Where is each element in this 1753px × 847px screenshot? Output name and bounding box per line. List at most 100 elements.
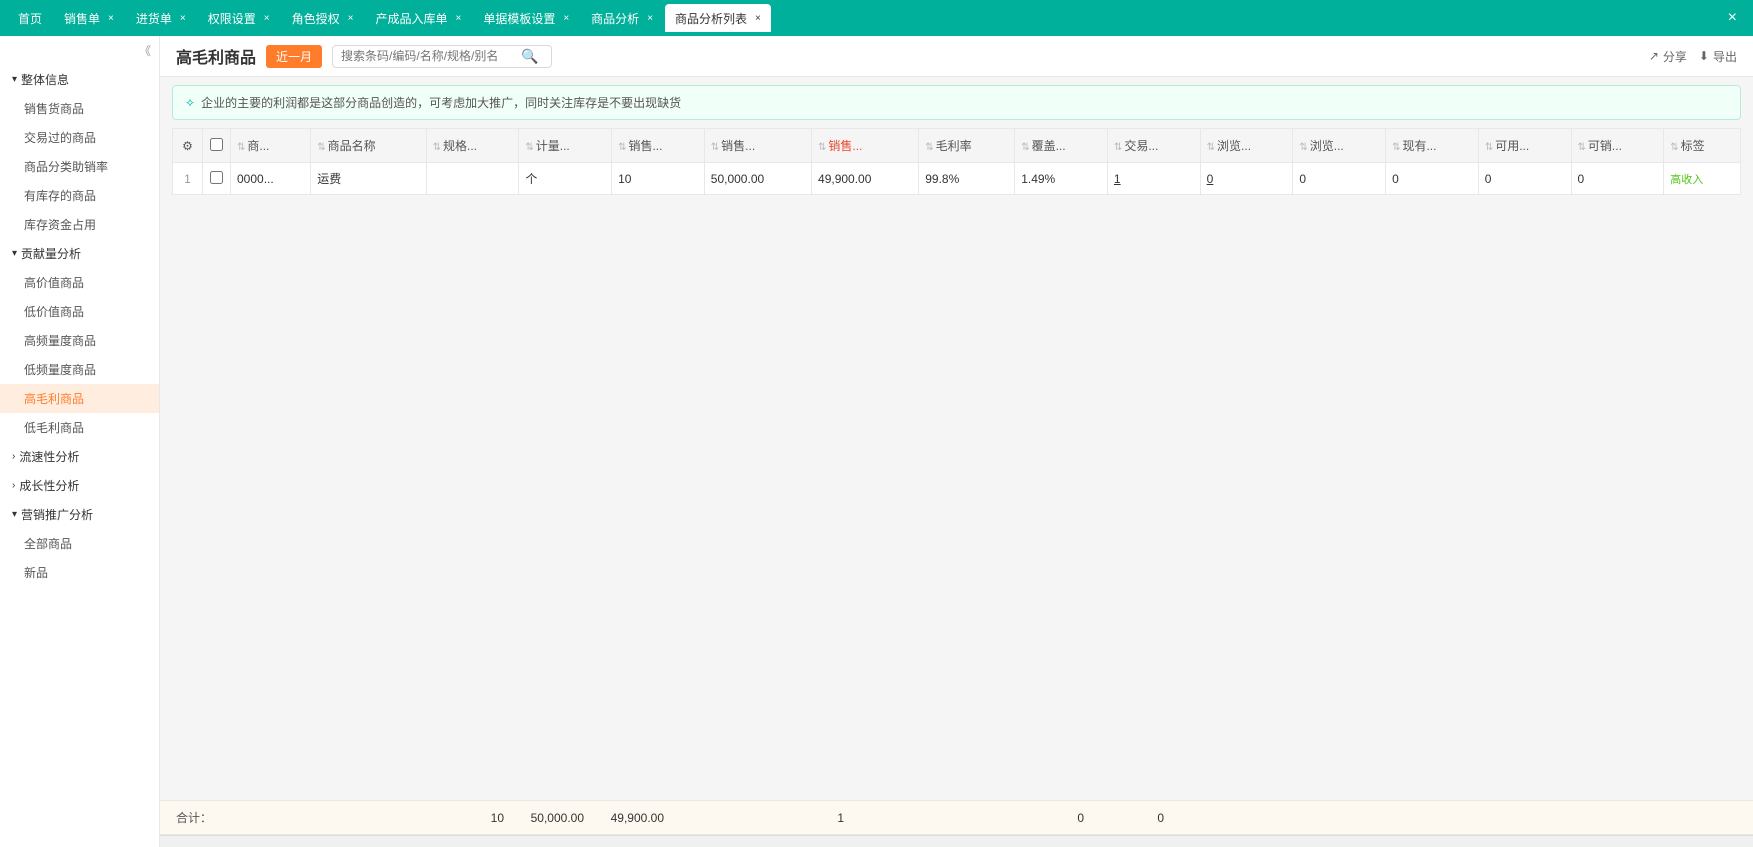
col-spec[interactable]: ⇅规格... bbox=[426, 129, 519, 163]
row-browse1: 0 bbox=[1200, 163, 1293, 195]
arrow-right-icon: › bbox=[12, 451, 15, 462]
sidebar-item-high-margin[interactable]: 高毛利商品 bbox=[0, 384, 159, 413]
col-available[interactable]: ⇅可用... bbox=[1478, 129, 1571, 163]
col-browse1[interactable]: ⇅浏览... bbox=[1200, 129, 1293, 163]
col-coverage[interactable]: ⇅覆盖... bbox=[1015, 129, 1108, 163]
row-checkbox[interactable] bbox=[203, 163, 231, 195]
col-browse2[interactable]: ⇅浏览... bbox=[1293, 129, 1386, 163]
content-area: 高毛利商品 近一月 🔍 ↗ 分享 ⬇ 导出 ✧ 企业的主要的利润都是这部分商品创… bbox=[160, 36, 1753, 847]
col-unit[interactable]: ⇅计量... bbox=[519, 129, 612, 163]
tab-role[interactable]: 角色授权 × bbox=[282, 4, 364, 32]
tag-high-income: 高收入 bbox=[1670, 174, 1703, 186]
table-container: ⚙ ⇅商... ⇅商品名称 ⇅规格... ⇅计量... ⇅销售... ⇅销售..… bbox=[160, 128, 1753, 800]
horizontal-scrollbar[interactable] bbox=[160, 835, 1753, 847]
tab-purchase[interactable]: 进货单 × bbox=[126, 4, 196, 32]
table-footer: 合计： 10 50,000.00 49,900.00 1 0 0 bbox=[160, 800, 1753, 835]
sidebar-item-goods-analysis[interactable]: 商品分类助销率 bbox=[0, 152, 159, 181]
col-settings[interactable]: ⚙ bbox=[173, 129, 203, 163]
col-checkbox[interactable] bbox=[203, 129, 231, 163]
sidebar-item-traded-goods[interactable]: 交易过的商品 bbox=[0, 123, 159, 152]
sort-icon-12: ⇅ bbox=[1299, 142, 1307, 153]
search-icon[interactable]: 🔍 bbox=[521, 48, 538, 65]
row-browse2: 0 bbox=[1293, 163, 1386, 195]
col-sales-cost[interactable]: ⇅销售... bbox=[812, 129, 919, 163]
row-available: 0 bbox=[1478, 163, 1571, 195]
search-input[interactable] bbox=[341, 49, 521, 63]
sort-icon-16: ⇅ bbox=[1670, 142, 1678, 153]
trade-count-link[interactable]: 1 bbox=[1114, 172, 1121, 186]
col-current-stock[interactable]: ⇅现有... bbox=[1386, 129, 1479, 163]
col-sales-amount[interactable]: ⇅销售... bbox=[704, 129, 811, 163]
sidebar-item-high-freq[interactable]: 高频量度商品 bbox=[0, 326, 159, 355]
table-row: 1 0000... 运费 个 10 50,000.00 49,900.00 99… bbox=[173, 163, 1741, 195]
select-all-checkbox[interactable] bbox=[210, 138, 223, 151]
footer-label: 合计： bbox=[176, 809, 212, 826]
sort-icon-11: ⇅ bbox=[1207, 142, 1215, 153]
sort-icon-2: ⇅ bbox=[317, 142, 325, 153]
sidebar-item-inventory-goods[interactable]: 有库存的商品 bbox=[0, 181, 159, 210]
sort-icon-3: ⇅ bbox=[433, 142, 441, 153]
window-close-button[interactable]: × bbox=[1720, 9, 1745, 27]
sidebar-group-flow[interactable]: › 流速性分析 bbox=[0, 442, 159, 471]
tab-home[interactable]: 首页 bbox=[8, 4, 52, 32]
footer-sales-amount: 50,000.00 bbox=[512, 811, 592, 825]
arrow-down-icon-2: ▾ bbox=[12, 248, 17, 259]
sidebar-item-low-margin[interactable]: 低毛利商品 bbox=[0, 413, 159, 442]
row-select-checkbox[interactable] bbox=[210, 171, 223, 184]
sidebar-group-overview[interactable]: ▾ 整体信息 bbox=[0, 65, 159, 94]
share-button[interactable]: ↗ 分享 bbox=[1649, 48, 1687, 65]
close-product-entry-tab[interactable]: × bbox=[455, 13, 461, 24]
col-sales-qty[interactable]: ⇅销售... bbox=[612, 129, 705, 163]
browse1-link[interactable]: 0 bbox=[1207, 172, 1214, 186]
export-button[interactable]: ⬇ 导出 bbox=[1699, 48, 1737, 65]
footer-sales-cost: 49,900.00 bbox=[592, 811, 672, 825]
sort-icon: ⇅ bbox=[237, 142, 245, 153]
tab-analysis-list[interactable]: 商品分析列表 × bbox=[665, 4, 771, 32]
sidebar-item-high-value[interactable]: 高价值商品 bbox=[0, 268, 159, 297]
col-code[interactable]: ⇅商... bbox=[231, 129, 311, 163]
sidebar-item-new-goods[interactable]: 新品 bbox=[0, 558, 159, 587]
sidebar-item-low-freq[interactable]: 低频量度商品 bbox=[0, 355, 159, 384]
sidebar-group-marketing[interactable]: ▾ 营销推广分析 bbox=[0, 500, 159, 529]
col-sellable[interactable]: ⇅可销... bbox=[1571, 129, 1664, 163]
close-analysis-list-tab[interactable]: × bbox=[755, 13, 761, 24]
col-name[interactable]: ⇅商品名称 bbox=[311, 129, 426, 163]
content-header: 高毛利商品 近一月 🔍 ↗ 分享 ⬇ 导出 bbox=[160, 36, 1753, 77]
sidebar-group-growth[interactable]: › 成长性分析 bbox=[0, 471, 159, 500]
tab-sales[interactable]: 销售单 × bbox=[54, 4, 124, 32]
sidebar-item-inventory-capital[interactable]: 库存资金占用 bbox=[0, 210, 159, 239]
sort-icon-14: ⇅ bbox=[1485, 142, 1493, 153]
row-code: 0000... bbox=[231, 163, 311, 195]
close-template-tab[interactable]: × bbox=[563, 13, 569, 24]
sort-icon-15: ⇅ bbox=[1578, 142, 1586, 153]
close-sales-tab[interactable]: × bbox=[108, 13, 114, 24]
close-role-tab[interactable]: × bbox=[348, 13, 354, 24]
col-trade-count[interactable]: ⇅交易... bbox=[1107, 129, 1200, 163]
sort-icon-13: ⇅ bbox=[1392, 142, 1400, 153]
sort-icon-10: ⇅ bbox=[1114, 142, 1122, 153]
filter-recent-month-button[interactable]: 近一月 bbox=[266, 45, 322, 68]
info-banner: ✧ 企业的主要的利润都是这部分商品创造的，可考虑加大推广，同时关注库存是不要出现… bbox=[172, 85, 1741, 120]
settings-icon[interactable]: ⚙ bbox=[182, 139, 193, 153]
close-permission-tab[interactable]: × bbox=[264, 13, 270, 24]
sort-icon-9: ⇅ bbox=[1021, 142, 1029, 153]
close-analysis-tab[interactable]: × bbox=[647, 13, 653, 24]
col-gross-margin[interactable]: ⇅毛利率 bbox=[919, 129, 1015, 163]
data-table: ⚙ ⇅商... ⇅商品名称 ⇅规格... ⇅计量... ⇅销售... ⇅销售..… bbox=[172, 128, 1741, 195]
tab-template[interactable]: 单据模板设置 × bbox=[473, 4, 579, 32]
sidebar-item-low-value[interactable]: 低价值商品 bbox=[0, 297, 159, 326]
page-title: 高毛利商品 bbox=[176, 44, 256, 68]
sort-icon-6: ⇅ bbox=[711, 142, 719, 153]
close-purchase-tab[interactable]: × bbox=[180, 13, 186, 24]
main-layout: 《 ▾ 整体信息 销售货商品 交易过的商品 商品分类助销率 有库存的商品 库存资… bbox=[0, 36, 1753, 847]
tab-analysis[interactable]: 商品分析 × bbox=[581, 4, 663, 32]
footer-available: 0 bbox=[1092, 811, 1172, 825]
sidebar-item-sales-goods[interactable]: 销售货商品 bbox=[0, 94, 159, 123]
arrow-down-icon-3: ▾ bbox=[12, 509, 17, 520]
col-tag[interactable]: ⇅标签 bbox=[1664, 129, 1741, 163]
sidebar-group-wealth[interactable]: ▾ 贡献量分析 bbox=[0, 239, 159, 268]
tab-product-entry[interactable]: 产成品入库单 × bbox=[365, 4, 471, 32]
sidebar-collapse-button[interactable]: 《 bbox=[0, 36, 159, 65]
tab-permission[interactable]: 权限设置 × bbox=[198, 4, 280, 32]
sidebar-item-all-goods[interactable]: 全部商品 bbox=[0, 529, 159, 558]
